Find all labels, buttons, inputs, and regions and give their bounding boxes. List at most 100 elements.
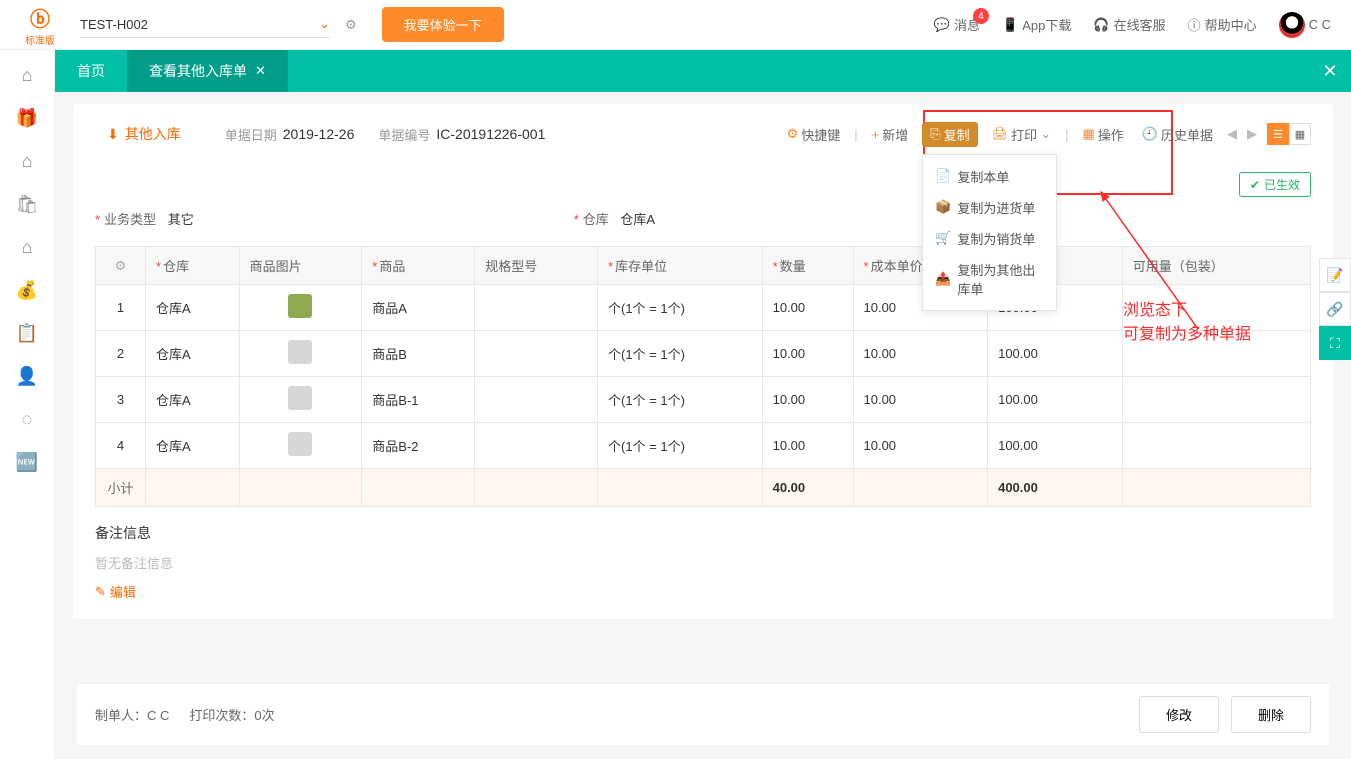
print-icon: 🖨 <box>992 126 1009 142</box>
try-button[interactable]: 我要体验一下 <box>382 7 504 42</box>
table-row[interactable]: 3仓库A商品B-1个(1个 = 1个)10.0010.00100.00 <box>96 377 1311 423</box>
doc-toolbar: ⚙ 快捷键 | + 新增 ⎘ 复制 📄 复制本单 <box>783 122 1311 147</box>
copy-button[interactable]: ⎘ 复制 <box>922 122 977 147</box>
nav-new-icon[interactable]: 🆕 <box>16 452 38 473</box>
print-count-info: 打印次数：0次 <box>189 705 274 724</box>
row-spec <box>475 423 598 469</box>
copy-menu-copy-self[interactable]: 📄 复制本单 <box>923 161 1056 192</box>
company-selector[interactable]: TEST-H002 ⌄ <box>80 11 330 38</box>
prev-icon[interactable]: ◀ <box>1227 126 1237 142</box>
row-available <box>1122 377 1310 423</box>
row-available <box>1122 285 1310 331</box>
copy-menu-purchase[interactable]: 📦 复制为进货单 <box>923 192 1056 223</box>
plus-icon: + <box>872 127 880 142</box>
close-all-tabs[interactable]: ✕ <box>1309 50 1351 92</box>
nav-store-icon[interactable]: ⌂ <box>22 151 33 172</box>
edit-remark-button[interactable]: ✎ 编辑 <box>95 582 1311 601</box>
phone-icon: 📱 <box>1002 17 1018 33</box>
row-index: 2 <box>96 331 146 377</box>
date-label: 单据日期 <box>225 125 277 144</box>
top-header: ⓑ 标准版 TEST-H002 ⌄ ⚙ 我要体验一下 💬 消息 4 📱 App下… <box>0 0 1351 50</box>
messages-button[interactable]: 💬 消息 4 <box>934 15 980 34</box>
table-row[interactable]: 1仓库A商品A个(1个 = 1个)10.0010.00100.00 <box>96 285 1311 331</box>
operate-button[interactable]: ▦ 操作 <box>1078 123 1127 146</box>
subtotal-row: 小计40.00400.00 <box>96 469 1311 507</box>
biz-type-value: 其它 <box>168 212 194 227</box>
new-button[interactable]: + 新增 <box>868 123 913 146</box>
tab-home[interactable]: 首页 <box>55 50 127 92</box>
row-unit: 个(1个 = 1个) <box>598 331 763 377</box>
chevron-down-icon: ⌄ <box>319 16 330 32</box>
copy-label: 复制 <box>944 125 970 144</box>
header-right: 💬 消息 4 📱 App下载 🎧 在线客服 ⓘ 帮助中心 C C <box>934 12 1331 38</box>
row-index: 4 <box>96 423 146 469</box>
copy-menu-outbound[interactable]: 📤 复制为其他出库单 <box>923 254 1056 304</box>
user-name: C C <box>1309 17 1331 32</box>
footer-actions: 修改 删除 <box>1139 696 1311 733</box>
row-amount: 100.00 <box>988 423 1123 469</box>
copy-menu-sales[interactable]: 🛒 复制为销货单 <box>923 223 1056 254</box>
gear-icon[interactable]: ⚙ <box>345 17 357 33</box>
print-button[interactable]: 🖨 打印 ⌄ <box>988 123 1055 146</box>
row-index: 3 <box>96 377 146 423</box>
history-button[interactable]: 🕘 历史单据 <box>1138 123 1217 146</box>
app-download-button[interactable]: 📱 App下载 <box>1002 15 1071 34</box>
message-badge: 4 <box>973 8 989 24</box>
shortcut-button[interactable]: ⚙ 快捷键 <box>783 123 845 146</box>
subtotal-qty: 40.00 <box>762 469 853 507</box>
view-list-button[interactable]: ☰ <box>1267 123 1289 145</box>
row-spec <box>475 285 598 331</box>
row-unit: 个(1个 = 1个) <box>598 423 763 469</box>
modify-button[interactable]: 修改 <box>1139 696 1219 733</box>
table-row[interactable]: 2仓库A商品B个(1个 = 1个)10.0010.00100.00 <box>96 331 1311 377</box>
tab-bar: 首页 查看其他入库单 ✕ ✕ <box>55 50 1351 92</box>
cart-icon: 🛒 <box>935 230 951 246</box>
col-spec: 规格型号 <box>475 247 598 285</box>
row-warehouse: 仓库A <box>146 423 240 469</box>
copy-item3-label: 复制为销货单 <box>957 229 1035 248</box>
grid-icon: ▦ <box>1082 126 1094 142</box>
close-icon[interactable]: ✕ <box>255 63 266 79</box>
service-label: 在线客服 <box>1114 15 1166 34</box>
row-unit: 个(1个 = 1个) <box>598 377 763 423</box>
row-price: 10.00 <box>853 331 988 377</box>
row-image <box>239 285 362 331</box>
col-warehouse: *仓库 <box>146 247 240 285</box>
row-unit: 个(1个 = 1个) <box>598 285 763 331</box>
nav-clipboard-icon[interactable]: 📋 <box>16 323 38 344</box>
user-menu[interactable]: C C <box>1279 12 1331 38</box>
next-icon[interactable]: ▶ <box>1247 126 1257 142</box>
online-service-button[interactable]: 🎧 在线客服 <box>1093 15 1165 34</box>
nav-home-icon[interactable]: ⌂ <box>22 65 33 86</box>
row-amount: 100.00 <box>988 331 1123 377</box>
nav-money-icon[interactable]: 💰 <box>16 280 38 301</box>
tab-current[interactable]: 查看其他入库单 ✕ <box>127 50 288 92</box>
float-link-icon[interactable]: 🔗 <box>1319 292 1351 326</box>
shortcut-label: 快捷键 <box>801 125 840 144</box>
row-product: 商品B-2 <box>362 423 475 469</box>
nav-warehouse-icon[interactable]: ⌂ <box>22 237 33 258</box>
col-qty: *数量 <box>762 247 853 285</box>
float-expand-icon[interactable]: ⛶ <box>1319 326 1351 360</box>
help-center-button[interactable]: ⓘ 帮助中心 <box>1188 15 1257 34</box>
row-warehouse: 仓库A <box>146 377 240 423</box>
docno-value: IC-20191226-001 <box>436 126 545 142</box>
warehouse-value: 仓库A <box>620 212 655 227</box>
nav-contact-icon[interactable]: 👤 <box>16 366 38 387</box>
col-gear[interactable]: ⚙ <box>96 247 146 285</box>
nav-refresh-icon[interactable]: ◌ <box>22 409 33 430</box>
row-price: 10.00 <box>853 423 988 469</box>
nav-gift-icon[interactable]: 🎁 <box>16 108 38 129</box>
doc-type-tab[interactable]: ⬇ 其他入库 <box>83 112 205 154</box>
delete-button[interactable]: 删除 <box>1231 696 1311 733</box>
nav-bag-icon[interactable]: 🛍 <box>16 194 39 215</box>
status-text: 已生效 <box>1264 176 1300 193</box>
row-warehouse: 仓库A <box>146 285 240 331</box>
warehouse-label: 仓库 <box>583 212 609 227</box>
help-icon: ⓘ <box>1188 15 1201 34</box>
view-grid-button[interactable]: ▦ <box>1289 123 1311 145</box>
date-value: 2019-12-26 <box>283 126 355 142</box>
table-row[interactable]: 4仓库A商品B-2个(1个 = 1个)10.0010.00100.00 <box>96 423 1311 469</box>
row-image <box>239 423 362 469</box>
float-note-icon[interactable]: 📝 <box>1319 258 1351 292</box>
